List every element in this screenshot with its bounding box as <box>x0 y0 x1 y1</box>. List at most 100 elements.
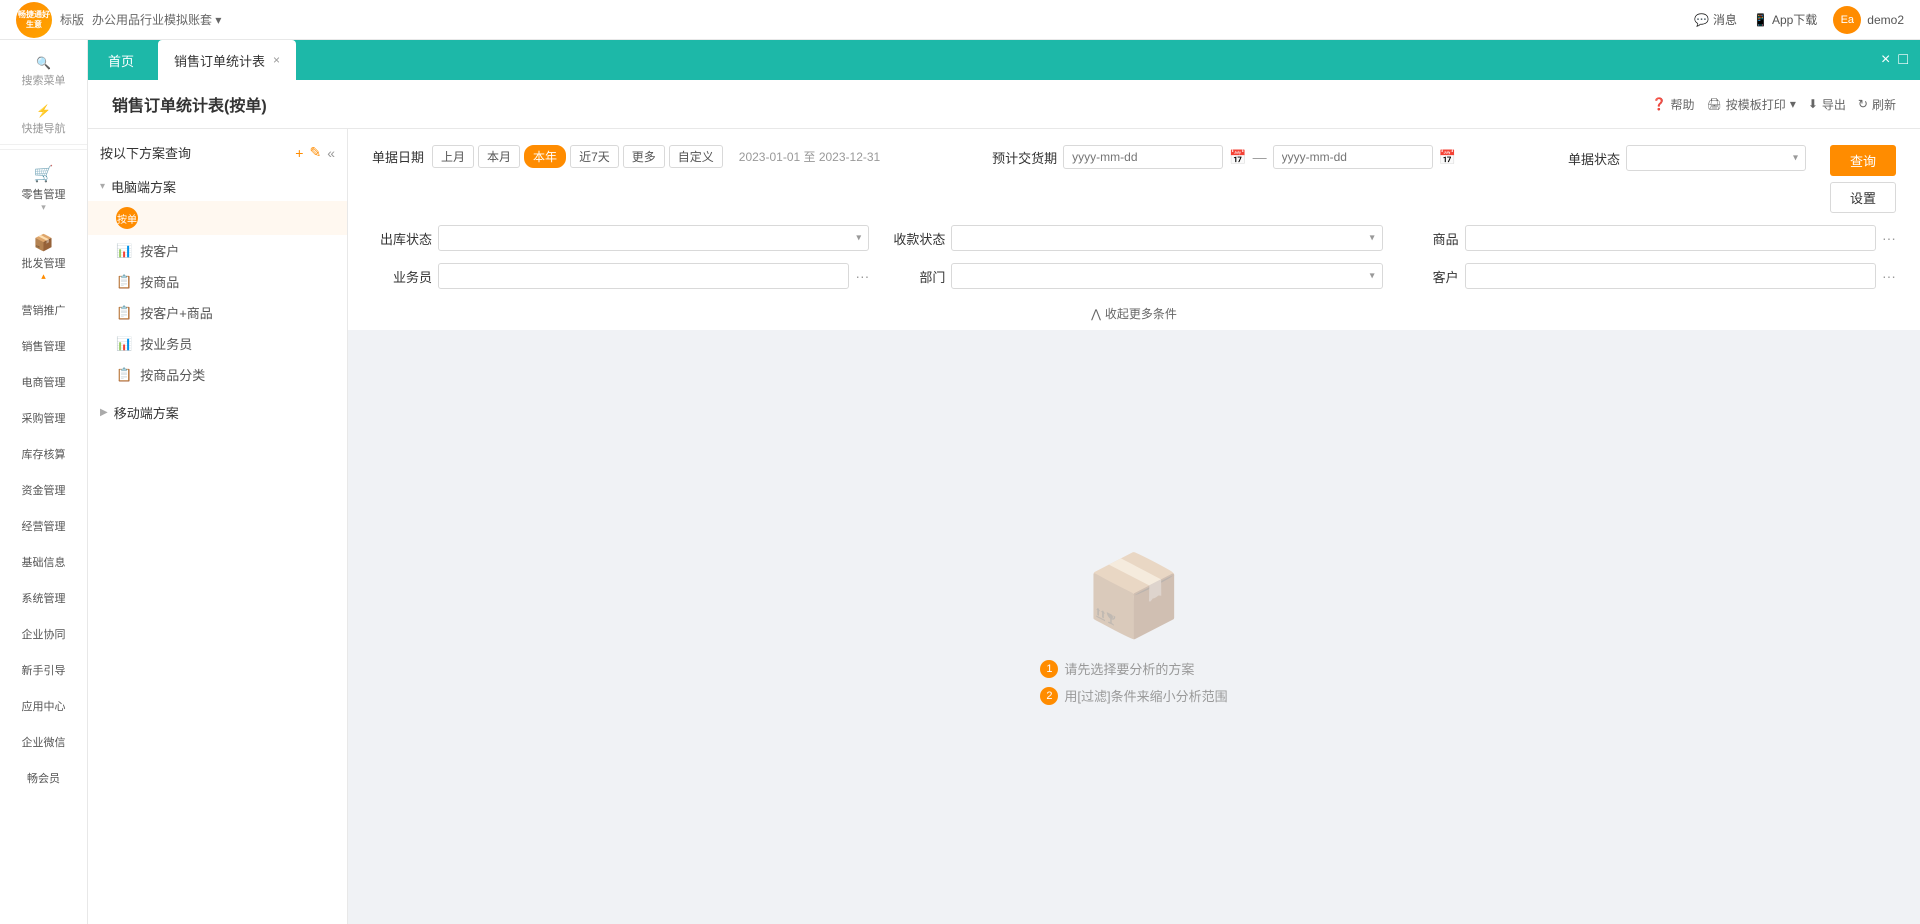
customer-input[interactable] <box>1465 263 1876 289</box>
hint-item-2: 2 用[过滤]条件来缩小分析范围 <box>1040 686 1227 705</box>
sidebar-item-retail-label: 零售管理 <box>22 186 66 202</box>
by-salesperson-icon: 📊 <box>116 336 132 352</box>
active-scheme-icon: 按单 <box>116 207 138 229</box>
expected-delivery-label: 预计交货期 <box>992 148 1057 167</box>
goods-input[interactable] <box>1465 225 1876 251</box>
sidebar-divider <box>0 149 87 150</box>
section-divider <box>348 330 1920 338</box>
sidebar-item-system[interactable]: 系统管理 <box>0 580 87 616</box>
sidebar-item-finance[interactable]: 资金管理 <box>0 472 87 508</box>
wholesale-arrow-icon: ▴ <box>41 271 46 282</box>
user-profile[interactable]: Ea demo2 <box>1833 6 1904 34</box>
refresh-label: 刷新 <box>1872 96 1896 113</box>
status-label: 单据状态 <box>1568 149 1620 168</box>
scheme-item-by-customer-goods[interactable]: 📋 按客户+商品 <box>88 297 347 328</box>
settings-button[interactable]: 设置 <box>1830 182 1896 213</box>
sidebar-item-inventory[interactable]: 库存核算 <box>0 436 87 472</box>
collapse-btn[interactable]: ⋀ 收起更多条件 <box>1091 305 1177 322</box>
scheme-item-by-goods[interactable]: 📋 按商品 <box>88 266 347 297</box>
sidebar-shortcut-nav[interactable]: ⚡ 快捷导航 <box>0 96 87 145</box>
sidebar-item-sales[interactable]: 销售管理 <box>0 328 87 364</box>
tab-sales-order[interactable]: 销售订单统计表 × <box>158 40 296 80</box>
edit-scheme-btn[interactable]: ✎ <box>309 144 321 161</box>
salesperson-dots-btn[interactable]: ··· <box>855 268 869 284</box>
member-label: 畅会员 <box>27 770 60 786</box>
appstore-label: 应用中心 <box>22 698 66 714</box>
tab-home[interactable]: 首页 <box>88 40 154 80</box>
print-dropdown-icon: ▾ <box>1790 97 1796 111</box>
sidebar-item-wholesale[interactable]: 📦 批发管理 ▴ <box>0 223 87 292</box>
scheme-item-by-order[interactable]: 按单 <box>88 201 347 235</box>
tab-close-window-btn[interactable]: × <box>1881 51 1890 69</box>
cal-to-icon[interactable]: 📅 <box>1439 149 1456 166</box>
refresh-action[interactable]: ↻ 刷新 <box>1858 96 1896 113</box>
sidebar-item-purchase[interactable]: 采购管理 <box>0 400 87 436</box>
by-customer-icon: 📊 <box>116 243 132 259</box>
sidebar-item-member[interactable]: 畅会员 <box>0 760 87 796</box>
date-to-input[interactable] <box>1273 145 1433 169</box>
sidebar-item-newbie[interactable]: 新手引导 <box>0 652 87 688</box>
date-btn-last-month[interactable]: 上月 <box>432 145 474 168</box>
expected-delivery-filter: 预计交货期 📅 — 📅 <box>992 145 1456 169</box>
tab-close-btn[interactable]: × <box>273 53 280 67</box>
payment-status-select[interactable] <box>951 225 1382 251</box>
desktop-group-header[interactable]: ▾ 电脑端方案 <box>88 172 347 201</box>
payment-status-label: 收款状态 <box>885 229 945 248</box>
sidebar-item-enterprise[interactable]: 企业协同 <box>0 616 87 652</box>
purchase-label: 采购管理 <box>22 410 66 426</box>
date-buttons: 上月 本月 本年 近7天 更多 自定义 <box>432 145 723 168</box>
scheme-item-by-salesperson[interactable]: 📊 按业务员 <box>88 328 347 359</box>
date-btn-this-year[interactable]: 本年 <box>524 145 566 168</box>
mobile-group-header[interactable]: ▶ 移动端方案 <box>88 398 347 427</box>
date-btn-custom[interactable]: 自定义 <box>669 145 723 168</box>
page-actions: ❓ 帮助 🖨 按模板打印 ▾ ⬇ 导出 ↻ 刷新 <box>1652 96 1896 125</box>
payment-status-cell: 收款状态 <box>885 225 1382 251</box>
workspace-selector[interactable]: 办公用品行业模拟账套 ▾ <box>92 11 221 28</box>
query-button[interactable]: 查询 <box>1830 145 1896 176</box>
dept-select[interactable] <box>951 263 1382 289</box>
scheme-item-by-goods-category[interactable]: 📋 按商品分类 <box>88 359 347 390</box>
by-goods-icon: 📋 <box>116 274 132 290</box>
tab-restore-btn[interactable]: □ <box>1898 51 1908 69</box>
sidebar-item-wechat[interactable]: 企业微信 <box>0 724 87 760</box>
sidebar-item-marketing[interactable]: 营销推广 <box>0 292 87 328</box>
sidebar-item-appstore[interactable]: 应用中心 <box>0 688 87 724</box>
sidebar-search[interactable]: 🔍 搜索菜单 <box>0 48 87 96</box>
collapse-panel-btn[interactable]: « <box>327 145 335 161</box>
sidebar-item-base[interactable]: 基础信息 <box>0 544 87 580</box>
date-from-input[interactable] <box>1063 145 1223 169</box>
sidebar-item-retail[interactable]: 🛒 零售管理 ▾ <box>0 154 87 223</box>
app-download-btn[interactable]: 📱 App下载 <box>1753 11 1817 28</box>
help-action[interactable]: ❓ 帮助 <box>1652 96 1695 113</box>
message-btn[interactable]: 💬 消息 <box>1694 11 1737 28</box>
salesperson-input[interactable] <box>438 263 849 289</box>
goods-dots-btn[interactable]: ··· <box>1882 230 1896 246</box>
hint-num-2: 2 <box>1040 687 1058 705</box>
ecommerce-label: 电商管理 <box>22 374 66 390</box>
desktop-group-label: 电脑端方案 <box>111 177 176 196</box>
download-icon: 📱 <box>1753 13 1768 27</box>
mobile-group-label: 移动端方案 <box>114 403 179 422</box>
workspace-name: 办公用品行业模拟账套 <box>92 13 212 27</box>
customer-dots-btn[interactable]: ··· <box>1882 268 1896 284</box>
cal-from-icon[interactable]: 📅 <box>1229 149 1246 166</box>
filter-row3: 业务员 ··· 部门 <box>372 263 1896 289</box>
inventory-label: 库存核算 <box>22 446 66 462</box>
status-select[interactable] <box>1626 145 1806 171</box>
ship-status-select[interactable] <box>438 225 869 251</box>
page-header: 销售订单统计表(按单) ❓ 帮助 🖨 按模板打印 ▾ ⬇ 导出 <box>88 80 1920 129</box>
sidebar-item-ecommerce[interactable]: 电商管理 <box>0 364 87 400</box>
date-btn-this-month[interactable]: 本月 <box>478 145 520 168</box>
by-goods-label: 按商品 <box>140 272 179 291</box>
add-scheme-btn[interactable]: + <box>295 145 303 161</box>
sidebar-item-operations[interactable]: 经营管理 <box>0 508 87 544</box>
scheme-item-by-customer[interactable]: 📊 按客户 <box>88 235 347 266</box>
date-range-text: 2023-01-01 至 2023-12-31 <box>739 148 880 165</box>
date-btn-last-7days[interactable]: 近7天 <box>570 145 619 168</box>
collapse-label: 收起更多条件 <box>1105 305 1177 322</box>
export-action[interactable]: ⬇ 导出 <box>1808 96 1846 113</box>
date-btn-more[interactable]: 更多 <box>623 145 665 168</box>
print-action[interactable]: 🖨 按模板打印 ▾ <box>1707 96 1796 113</box>
export-label: 导出 <box>1822 96 1846 113</box>
dept-label: 部门 <box>885 267 945 286</box>
